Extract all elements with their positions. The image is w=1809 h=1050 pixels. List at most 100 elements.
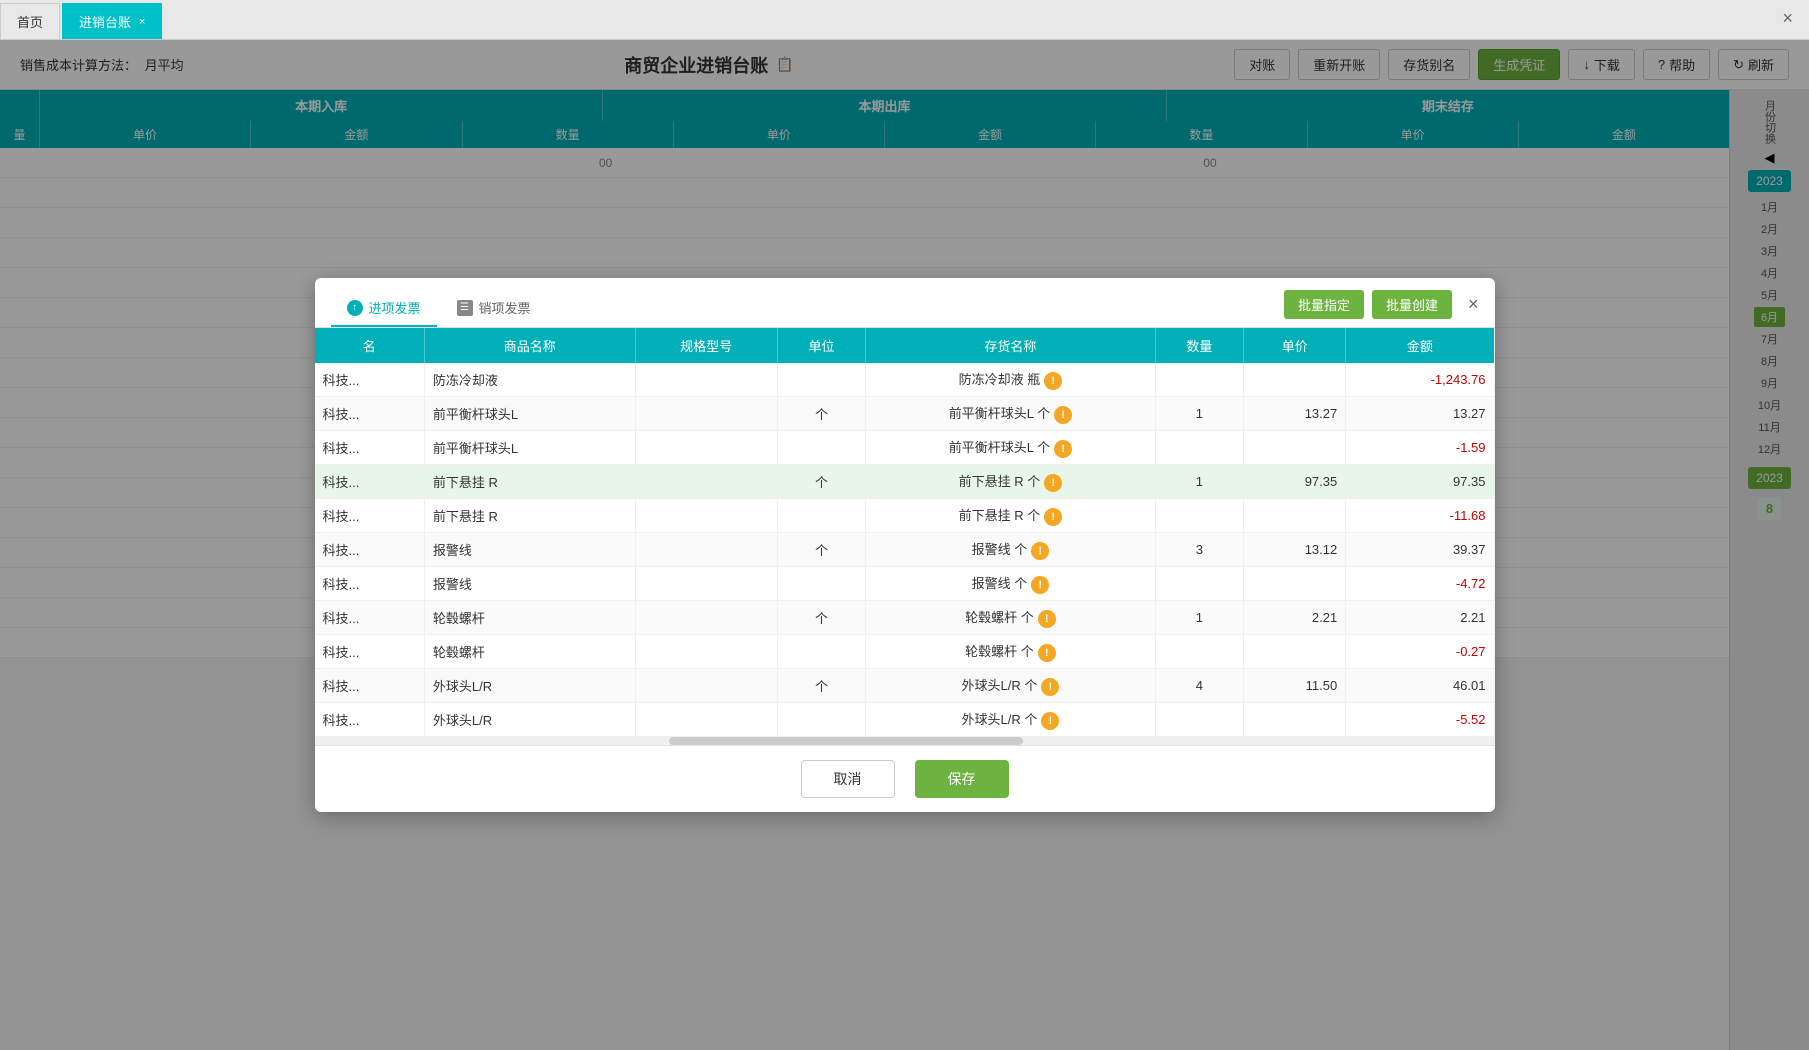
table-cell <box>635 431 777 465</box>
table-row: 科技...前下悬挂 R前下悬挂 R 个!-11.68 <box>315 499 1495 533</box>
table-cell: 11.50 <box>1244 669 1346 703</box>
table-cell: 科技... <box>315 499 425 533</box>
table-cell <box>635 567 777 601</box>
table-cell <box>1244 499 1346 533</box>
table-cell <box>1155 703 1244 737</box>
th-qty: 数量 <box>1155 328 1244 363</box>
table-row: 科技...报警线报警线 个!-4.72 <box>315 567 1495 601</box>
table-cell <box>1155 567 1244 601</box>
tab-bar: 首页 进销台账 × × <box>0 0 1809 40</box>
incoming-invoice-icon: ↑ <box>347 300 363 316</box>
table-cell <box>635 465 777 499</box>
table-cell: 外球头L/R 个! <box>866 703 1155 737</box>
th-stock: 存货名称 <box>866 328 1155 363</box>
table-cell <box>1244 363 1346 397</box>
th-spec: 规格型号 <box>635 328 777 363</box>
cancel-button[interactable]: 取消 <box>801 760 895 798</box>
outgoing-invoice-icon: ☰ <box>457 300 473 316</box>
table-cell <box>1244 635 1346 669</box>
table-row: 科技...前平衡杆球头L个前平衡杆球头L 个!113.2713.27 <box>315 397 1495 431</box>
batch-create-button[interactable]: 批量创建 <box>1372 290 1452 319</box>
warn-icon: ! <box>1044 372 1062 390</box>
modal-footer: 取消 保存 <box>315 745 1495 812</box>
table-cell: 科技... <box>315 431 425 465</box>
tab-incoming-invoice[interactable]: ↑ 进项发票 <box>331 290 437 327</box>
invoice-table: 名 商品名称 规格型号 单位 存货名称 数量 单价 金额 科技...防 <box>315 328 1495 737</box>
table-scroll-area[interactable]: 名 商品名称 规格型号 单位 存货名称 数量 单价 金额 科技...防 <box>315 328 1495 737</box>
table-cell: 前下悬挂 R <box>424 499 635 533</box>
table-cell: 轮毂螺杆 <box>424 635 635 669</box>
table-cell <box>777 703 866 737</box>
app-close-button[interactable]: × <box>1782 8 1793 29</box>
table-cell <box>635 703 777 737</box>
table-row: 科技...外球头L/R外球头L/R 个!-5.52 <box>315 703 1495 737</box>
warn-icon: ! <box>1044 474 1062 492</box>
table-cell: 2.21 <box>1346 601 1494 635</box>
table-cell: 报警线 个! <box>866 567 1155 601</box>
table-cell <box>777 499 866 533</box>
table-cell: 个 <box>777 465 866 499</box>
table-cell: 轮毂螺杆 个! <box>866 601 1155 635</box>
table-cell <box>635 635 777 669</box>
table-cell <box>635 363 777 397</box>
table-cell <box>777 431 866 465</box>
table-cell: 报警线 <box>424 567 635 601</box>
table-cell: -1,243.76 <box>1346 363 1494 397</box>
tab-ledger[interactable]: 进销台账 × <box>62 3 162 39</box>
table-cell: 防冻冷却液 瓶! <box>866 363 1155 397</box>
warn-icon: ! <box>1031 576 1049 594</box>
table-cell: 外球头L/R 个! <box>866 669 1155 703</box>
table-cell: 个 <box>777 533 866 567</box>
table-cell <box>635 601 777 635</box>
table-cell: 13.27 <box>1346 397 1494 431</box>
table-row: 科技...前下悬挂 R个前下悬挂 R 个!197.3597.35 <box>315 465 1495 499</box>
table-cell: 3 <box>1155 533 1244 567</box>
table-cell: 科技... <box>315 601 425 635</box>
table-cell <box>777 635 866 669</box>
modal-body: 名 商品名称 规格型号 单位 存货名称 数量 单价 金额 科技...防 <box>315 328 1495 745</box>
table-cell <box>1244 703 1346 737</box>
table-cell: 前下悬挂 R <box>424 465 635 499</box>
table-cell: 外球头L/R <box>424 703 635 737</box>
scrollbar-thumb[interactable] <box>669 737 1023 745</box>
warn-icon: ! <box>1038 610 1056 628</box>
table-cell: 防冻冷却液 <box>424 363 635 397</box>
warn-icon: ! <box>1031 542 1049 560</box>
modal-close-button[interactable]: × <box>1468 294 1479 323</box>
table-cell: 科技... <box>315 703 425 737</box>
table-cell: 前平衡杆球头L 个! <box>866 431 1155 465</box>
table-cell <box>635 499 777 533</box>
table-row: 科技...外球头L/R个外球头L/R 个!411.5046.01 <box>315 669 1495 703</box>
th-name: 名 <box>315 328 425 363</box>
tab-home[interactable]: 首页 <box>0 3 60 39</box>
table-cell: 1 <box>1155 397 1244 431</box>
tab-outgoing-invoice[interactable]: ☰ 销项发票 <box>441 290 547 327</box>
table-row: 科技...轮毂螺杆轮毂螺杆 个!-0.27 <box>315 635 1495 669</box>
table-cell: 97.35 <box>1346 465 1494 499</box>
table-cell: 科技... <box>315 533 425 567</box>
save-button[interactable]: 保存 <box>915 760 1009 798</box>
table-row: 科技...报警线个报警线 个!313.1239.37 <box>315 533 1495 567</box>
table-cell: 科技... <box>315 669 425 703</box>
table-cell <box>1244 567 1346 601</box>
table-cell: 13.27 <box>1244 397 1346 431</box>
table-cell: -1.59 <box>1346 431 1494 465</box>
tab-close-icon[interactable]: × <box>139 16 145 28</box>
th-amount: 金额 <box>1346 328 1494 363</box>
table-cell: 个 <box>777 397 866 431</box>
modal-overlay: ↑ 进项发票 ☰ 销项发票 批量指定 批量创建 × <box>0 40 1809 1050</box>
horizontal-scrollbar[interactable] <box>315 737 1495 745</box>
table-cell: -0.27 <box>1346 635 1494 669</box>
warn-icon: ! <box>1044 508 1062 526</box>
table-cell: 科技... <box>315 465 425 499</box>
table-cell: 前平衡杆球头L <box>424 431 635 465</box>
batch-assign-button[interactable]: 批量指定 <box>1284 290 1364 319</box>
table-cell: 4 <box>1155 669 1244 703</box>
table-header-row: 名 商品名称 规格型号 单位 存货名称 数量 单价 金额 <box>315 328 1495 363</box>
table-cell: 39.37 <box>1346 533 1494 567</box>
main-area: 销售成本计算方法： 月平均 商贸企业进销台账 📋 对账 重新开账 存货别名 生成… <box>0 40 1809 1050</box>
table-cell: 1 <box>1155 465 1244 499</box>
table-cell <box>635 669 777 703</box>
table-cell: 13.12 <box>1244 533 1346 567</box>
table-row: 科技...防冻冷却液防冻冷却液 瓶!-1,243.76 <box>315 363 1495 397</box>
